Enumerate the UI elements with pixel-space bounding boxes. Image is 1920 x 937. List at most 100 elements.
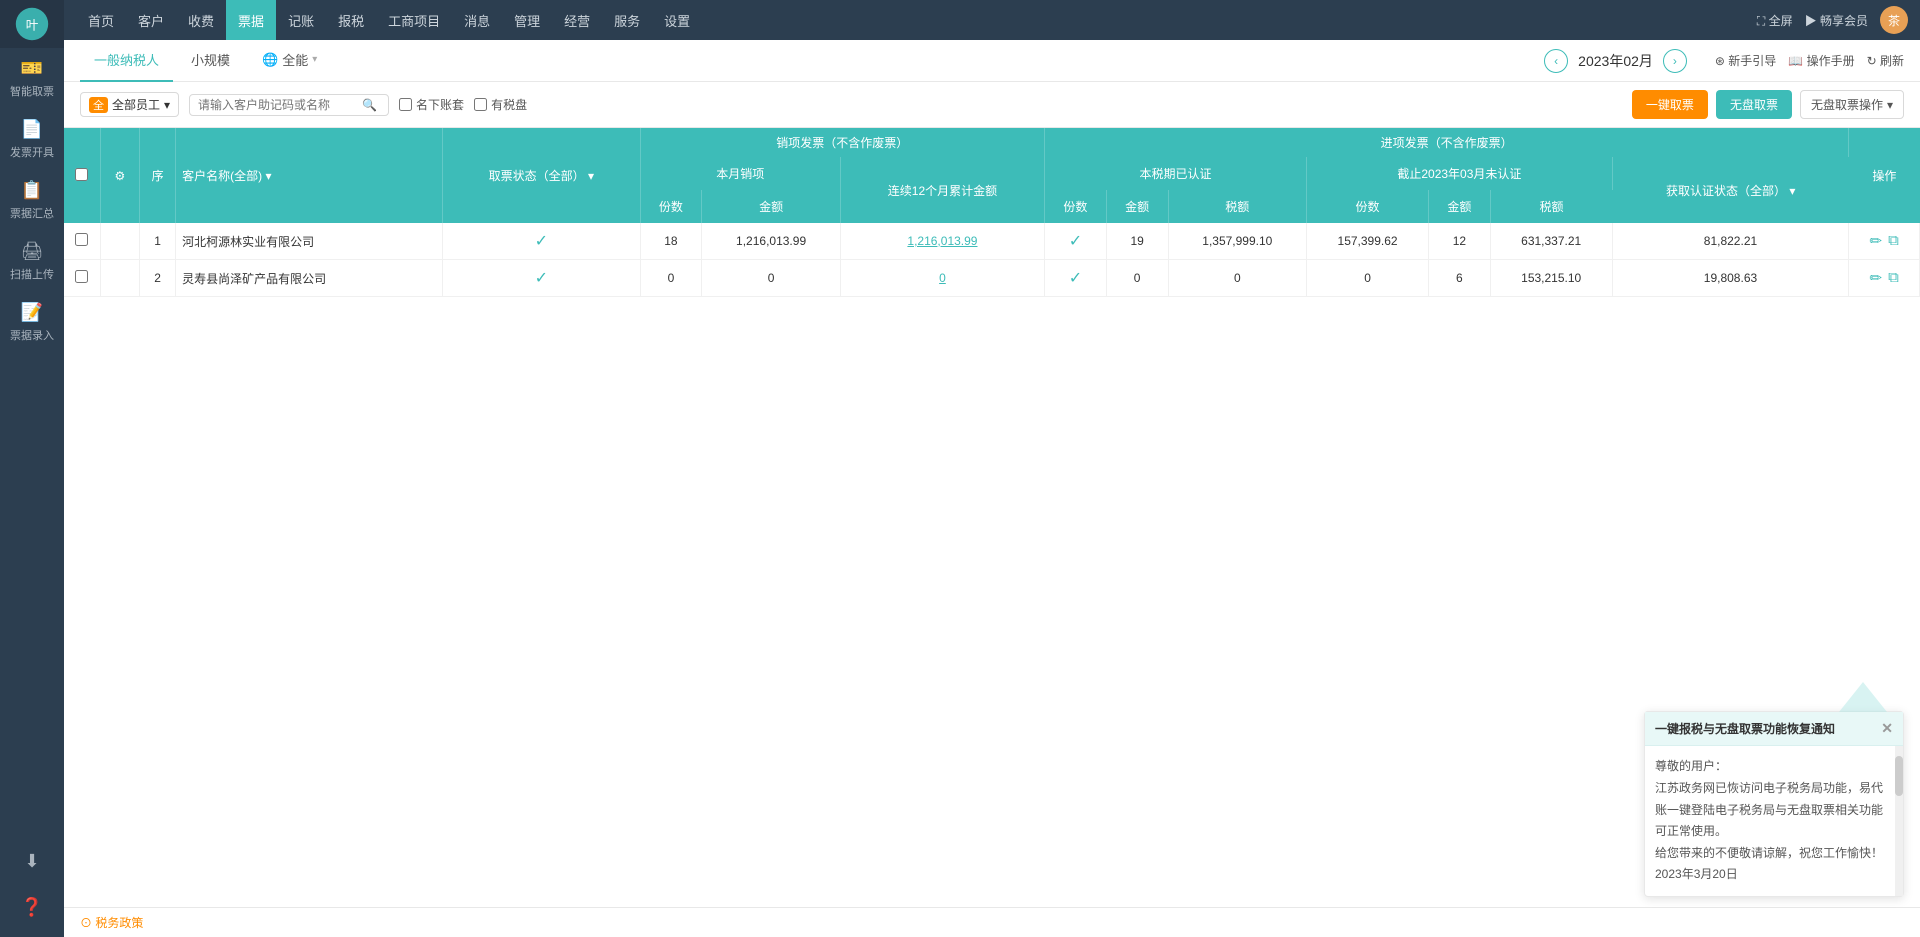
th-settings: ⚙ [100, 128, 140, 223]
invoice-table: ⚙ 序 客户名称(全部) ▾ 取票状态（全部） ▾ 销项发票（不含作废票） [64, 128, 1920, 297]
settings-icon[interactable]: ⚙ [114, 169, 125, 183]
topnav: 首页 客户 收费 票据 记账 报税 工商项目 消息 管理 经营 服务 设置 ⛶ … [64, 0, 1920, 40]
row-uncert-amount-0: 631,337.21 [1490, 223, 1612, 260]
no-disk-fetch-btn[interactable]: 无盘取票 [1716, 90, 1792, 119]
row-checkbox-1[interactable] [64, 260, 100, 297]
invoice-summary-icon: 📋 [21, 180, 43, 201]
table-row: 2 灵寿县尚泽矿产品有限公司 ✓ 0 0 0 0 ✓ 0 0 0 6 153,2… [64, 260, 1920, 297]
th-month-sales: 本月销项 [640, 157, 840, 190]
row-checkbox-0[interactable] [64, 223, 100, 260]
row-period-tax-1: 0 [1307, 260, 1429, 297]
nav-home[interactable]: 首页 [76, 0, 126, 40]
notification-scrollbar[interactable] [1895, 746, 1903, 896]
notification-body: 尊敬的用户：江苏政务网已恢访问电子税务局功能，易代账一键登陆电子税务局与无盘取票… [1645, 746, 1903, 896]
row-month-count-0: 18 [640, 223, 702, 260]
sidebar-item-label: 票据录入 [10, 327, 54, 343]
row-month-count-1: 0 [640, 260, 702, 297]
download-icon-btn[interactable]: ⬇ [12, 841, 52, 881]
user-avatar[interactable]: 茶 [1880, 6, 1908, 34]
nav-business[interactable]: 工商项目 [376, 0, 452, 40]
row-actions-0: ✏ ⧉ [1849, 223, 1920, 260]
next-month-btn[interactable]: › [1663, 49, 1687, 73]
current-month: 2023年02月 [1578, 51, 1653, 71]
customer-search-input[interactable] [198, 98, 358, 112]
tab-all[interactable]: 🌐 全能 ▾ [248, 40, 331, 82]
member-btn[interactable]: ▶ 畅享会员 [1805, 12, 1868, 29]
search-icon: 🔍 [362, 98, 377, 112]
filter-right-buttons: 一键取票 无盘取票 无盘取票操作 ▾ [1632, 90, 1904, 119]
nav-clients[interactable]: 客户 [126, 0, 176, 40]
nav-tax[interactable]: 报税 [326, 0, 376, 40]
th-month-count: 份数 [640, 190, 702, 223]
row-num-1: 2 [140, 260, 176, 297]
sidebar-item-smart-fetch[interactable]: 🎫 智能取票 [0, 48, 64, 109]
help-icon-btn[interactable]: ❓ [12, 887, 52, 927]
row-uncert-tax-1: 19,808.63 [1612, 260, 1849, 297]
edit-icon-0[interactable]: ✏ [1870, 232, 1883, 250]
th-period-tax: 税额 [1168, 190, 1307, 223]
th-uncert-tax: 税额 [1490, 190, 1612, 223]
nav-settings[interactable]: 设置 [652, 0, 702, 40]
data-entry-icon: 📝 [21, 302, 43, 323]
row-company-0: 河北柯源林实业有限公司 [176, 223, 443, 260]
th-cumulative: 连续12个月累计金额 [840, 157, 1044, 223]
select-all-checkbox[interactable] [75, 168, 88, 181]
one-click-fetch-btn[interactable]: 一键取票 [1632, 90, 1708, 119]
svg-text:叶: 叶 [26, 18, 39, 32]
bottom-bar: ⊙ 税务政策 [64, 907, 1920, 937]
sidebar-logo: 叶 [0, 0, 64, 48]
refresh-btn[interactable]: ↻ 刷新 [1867, 52, 1904, 69]
row-cert-status-1: ✓ [1045, 260, 1107, 297]
notification-line: 2023年3月20日 [1655, 864, 1893, 886]
topnav-right: ⛶ 全屏 ▶ 畅享会员 茶 [1757, 6, 1908, 34]
customer-search[interactable]: 🔍 [189, 94, 389, 116]
row-settings-1 [100, 260, 140, 297]
tab-small[interactable]: 小规模 [177, 40, 244, 82]
sidebar-item-issue-invoice[interactable]: 📄 发票开具 [0, 109, 64, 170]
row-uncert-tax-0: 81,822.21 [1612, 223, 1849, 260]
row-uncert-count-1: 6 [1429, 260, 1491, 297]
filter-bar: 全 全部员工 ▾ 🔍 名下账套 有税盘 一键取票 无盘取票 无盘取票操作 ▾ [64, 82, 1920, 128]
table-row: 1 河北柯源林实业有限公司 ✓ 18 1,216,013.99 158,081.… [64, 223, 1920, 260]
employee-filter[interactable]: 全 全部员工 ▾ [80, 92, 179, 117]
th-period-amount: 金额 [1106, 190, 1168, 223]
row-month-amount-0: 1,216,013.99 [702, 223, 841, 260]
th-sales-group: 销项发票（不含作废票） [640, 128, 1044, 157]
new-guide-btn[interactable]: ⊛ 新手引导 [1715, 52, 1776, 69]
sidebar-item-label: 票据汇总 [10, 205, 54, 221]
row-cumulative-1: 0 [840, 260, 1044, 297]
tab-general[interactable]: 一般纳税人 [80, 40, 173, 82]
row-company-1: 灵寿县尚泽矿产品有限公司 [176, 260, 443, 297]
sidebar-item-scan-upload[interactable]: 🖨 扫描上传 [0, 231, 64, 292]
tab-nav: ‹ 2023年02月 › ⊛ 新手引导 📖 操作手册 ↻ 刷新 [1544, 49, 1904, 73]
nav-management[interactable]: 管理 [502, 0, 552, 40]
sidebar-item-data-entry[interactable]: 📝 票据录入 [0, 292, 64, 353]
month-nav: ‹ 2023年02月 › [1544, 49, 1687, 73]
notification-close-btn[interactable]: ✕ [1881, 720, 1893, 737]
th-cert-status: 获取认证状态（全部） ▾ [1612, 157, 1849, 223]
fullscreen-btn[interactable]: ⛶ 全屏 [1757, 12, 1793, 29]
row-cumulative-0: 1,216,013.99 [840, 223, 1044, 260]
copy-icon-1[interactable]: ⧉ [1888, 269, 1899, 287]
checkbox-has-disk[interactable]: 有税盘 [474, 96, 527, 113]
notification-line: 江苏政务网已恢访问电子税务局功能，易代账一键登陆电子税务局与无盘取票相关功能可正… [1655, 778, 1893, 843]
row-uncert-count-0: 12 [1429, 223, 1491, 260]
nav-invoice[interactable]: 票据 [226, 0, 276, 40]
no-disk-ops-btn[interactable]: 无盘取票操作 ▾ [1800, 90, 1904, 119]
manual-btn[interactable]: 📖 操作手册 [1788, 52, 1854, 69]
prev-month-btn[interactable]: ‹ [1544, 49, 1568, 73]
nav-operation[interactable]: 经营 [552, 0, 602, 40]
th-period-count: 份数 [1045, 190, 1107, 223]
copy-icon-0[interactable]: ⧉ [1888, 232, 1899, 250]
notification-title: 一键报税与无盘取票功能恢复通知 [1655, 720, 1835, 737]
nav-messages[interactable]: 消息 [452, 0, 502, 40]
row-period-amount-0: 1,357,999.10 [1168, 223, 1307, 260]
nav-bookkeeping[interactable]: 记账 [276, 0, 326, 40]
nav-billing[interactable]: 收费 [176, 0, 226, 40]
sidebar-item-invoice-summary[interactable]: 📋 票据汇总 [0, 170, 64, 231]
tax-policy-link[interactable]: ⊙ 税务政策 [80, 914, 143, 931]
nav-service[interactable]: 服务 [602, 0, 652, 40]
row-fetch-status-0: ✓ [443, 223, 640, 260]
edit-icon-1[interactable]: ✏ [1870, 269, 1883, 287]
checkbox-own-accounts[interactable]: 名下账套 [399, 96, 464, 113]
